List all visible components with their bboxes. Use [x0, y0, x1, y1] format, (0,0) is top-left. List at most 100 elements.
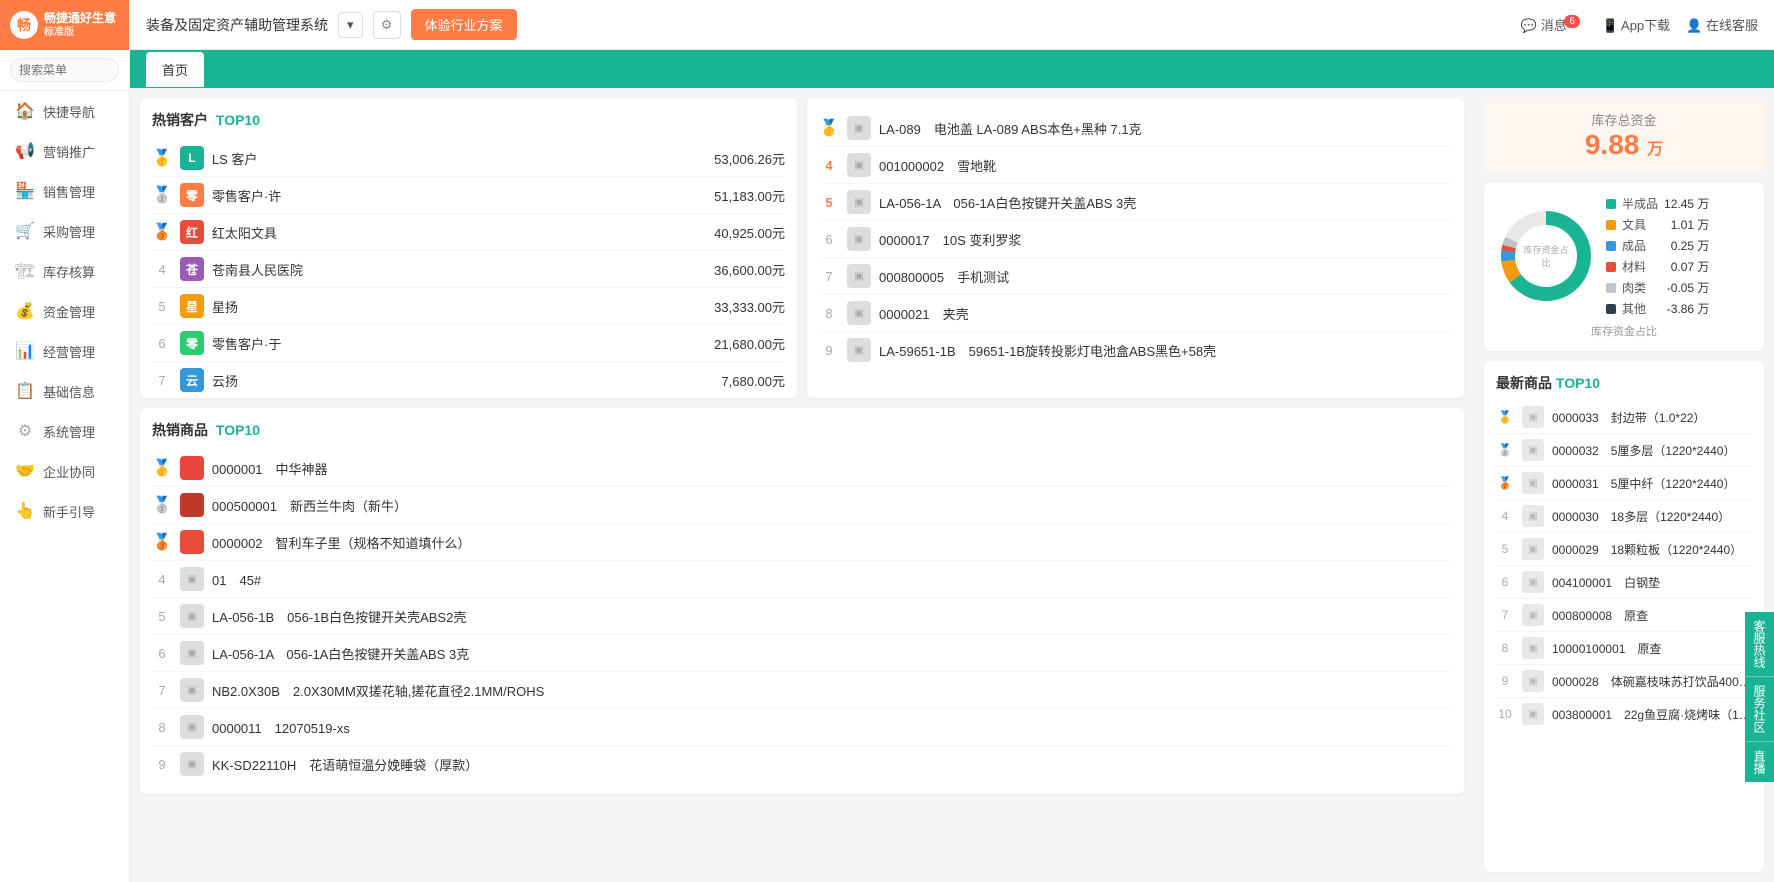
float-btn-community[interactable]: 服务社区: [1745, 677, 1774, 742]
np-name-5: 0000029 18颗粒板（1220*2440）: [1552, 541, 1752, 558]
sidebar-item-quick-nav[interactable]: 🏠 快捷导航: [0, 91, 129, 131]
prod-img-p4: ▣: [847, 227, 871, 251]
sidebar-item-system[interactable]: ⚙ 系统管理: [0, 411, 129, 451]
sidebar-item-sales[interactable]: 🏪 销售管理: [0, 171, 129, 211]
list-item: 🥈 000500001 新西兰牛肉（新牛）: [152, 487, 1452, 524]
hp-name-9: KK-SD22110H 花语萌恒温分娩睡袋（厚款）: [212, 755, 1452, 774]
hot-products-card: 热销商品 TOP10 🥇 0000001 中华神器 🥈 000500001 新西…: [140, 408, 1464, 794]
customer-badge-3: 红: [180, 220, 204, 244]
sales-icon: 🏪: [15, 181, 35, 201]
legend-item-4: 材料 0.07 万: [1606, 258, 1709, 275]
collab-icon: 🤝: [15, 461, 35, 481]
list-item: 8 ▣ 10000100001 原查: [1496, 632, 1752, 665]
search-input[interactable]: [10, 58, 119, 82]
prod-name-p1: LA-089 电池盖 LA-089 ABS本色+黑种 7.1克: [879, 119, 1452, 138]
list-item: 7 云 云扬 7,680.00元: [152, 362, 785, 398]
hp-name-5: LA-056-1B 056-1B白色按键开关壳ABS2壳: [212, 607, 1452, 626]
np-img-8: ▣: [1522, 637, 1544, 659]
list-item: 🥈 零 零售客户·许 51,183.00元: [152, 177, 785, 214]
inventory-chart-card: 库存资金占比 半成品 12.45 万 文具 1.01 万: [1484, 183, 1764, 351]
medal-hp3: 🥉: [152, 532, 172, 552]
inventory-value: 9.88 万: [1500, 129, 1748, 161]
prod-name-p5: 000800005 手机测试: [879, 267, 1452, 286]
float-btn-service[interactable]: 客服热线: [1745, 612, 1774, 677]
operations-icon: 📊: [15, 341, 35, 361]
settings-button[interactable]: ⚙: [373, 11, 401, 39]
medal-p1: 🥇: [819, 118, 839, 138]
customer-name-1: LS 客户: [212, 149, 706, 168]
list-item: 🥇 0000001 中华神器: [152, 450, 1452, 487]
system-dropdown[interactable]: ▾: [338, 12, 363, 38]
list-item: 9 ▣ LA-59651-1B 59651-1B旋转投影灯电池盒ABS黑色+58…: [819, 332, 1452, 368]
legend-item-2: 文具 1.01 万: [1606, 216, 1709, 233]
prod-img-p7: ▣: [847, 338, 871, 362]
tab-home[interactable]: 首页: [146, 52, 204, 87]
list-item: 9 ▣ KK-SD22110H 花语萌恒温分娩睡袋（厚款）: [152, 746, 1452, 782]
sidebar-item-finance[interactable]: 💰 资金管理: [0, 291, 129, 331]
hp-img-2: [180, 493, 204, 517]
inventory-card: 库存总资金 9.88 万: [1484, 98, 1764, 173]
app-download-link[interactable]: 📱 App下载: [1602, 15, 1670, 34]
list-item: 10 ▣ 003800001 22g鱼豆腐·烧烤味（1*12*20）: [1496, 698, 1752, 730]
customers-list: 🥇 L LS 客户 53,006.26元 🥈 零 零售客户·许 51,183.0…: [152, 140, 785, 398]
newest-products-card: 最新商品 TOP10 🥇 ▣ 0000033 封边带（1.0*22） 🥈 ▣ 0…: [1484, 361, 1764, 872]
sidebar-item-guide[interactable]: 👆 新手引导: [0, 491, 129, 531]
list-item: 9 ▣ 0000028 体碗嘉枝味苏打饮品400毫升（1*15）: [1496, 665, 1752, 698]
np-img-4: ▣: [1522, 505, 1544, 527]
rank-num-5: 5: [152, 299, 172, 314]
top-row: 热销客户 TOP10 🥇 L LS 客户 53,006.26元 🥈 零 零售客: [140, 98, 1464, 398]
hp-img-6: ▣: [180, 641, 204, 665]
rank-num-4: 4: [152, 262, 172, 277]
float-btn-live[interactable]: 直播: [1745, 742, 1774, 782]
prod-img-p1: ▣: [847, 116, 871, 140]
hp-name-4: 01 45#: [212, 570, 1452, 589]
hp-img-7: ▣: [180, 678, 204, 702]
purchase-icon: 🛒: [15, 221, 35, 241]
prod-img-p6: ▣: [847, 301, 871, 325]
np-img-1: ▣: [1522, 406, 1544, 428]
customer-value-5: 33,333.00元: [714, 297, 785, 316]
hp-name-7: NB2.0X30B 2.0X30MM双搓花轴,搓花直径2.1MM/ROHS: [212, 681, 1452, 700]
prod-name-p7: LA-59651-1B 59651-1B旋转投影灯电池盒ABS黑色+58壳: [879, 341, 1452, 360]
hp-name-1: 0000001 中华神器: [212, 459, 1452, 478]
sidebar-item-collab[interactable]: 🤝 企业协同: [0, 451, 129, 491]
sidebar-item-marketing[interactable]: 📢 营销推广: [0, 131, 129, 171]
rank-num-p7: 9: [819, 343, 839, 358]
newest-products-title: 最新商品 TOP10: [1496, 373, 1752, 393]
medal-3: 🥉: [152, 222, 172, 242]
prod-img-p3: ▣: [847, 190, 871, 214]
legend-dot-4: [1606, 262, 1616, 272]
rank-num-7: 7: [152, 373, 172, 388]
trial-button[interactable]: 体验行业方案: [411, 9, 517, 40]
sidebar-item-purchase[interactable]: 🛒 采购管理: [0, 211, 129, 251]
customer-badge-4: 苍: [180, 257, 204, 281]
sidebar-logo: 畅 畅捷通好生意 标准版: [0, 0, 129, 50]
guide-icon: 👆: [15, 501, 35, 521]
customer-value-1: 53,006.26元: [714, 149, 785, 168]
list-item: 7 ▣ NB2.0X30B 2.0X30MM双搓花轴,搓花直径2.1MM/ROH…: [152, 672, 1452, 709]
list-item: 8 ▣ 0000021 夹壳: [819, 295, 1452, 332]
sidebar-item-inventory[interactable]: 🏗 库存核算: [0, 251, 129, 291]
customer-badge-6: 零: [180, 331, 204, 355]
sidebar-item-operations[interactable]: 📊 经营管理: [0, 331, 129, 371]
customer-name-6: 零售客户·于: [212, 334, 706, 353]
sidebar-item-basics[interactable]: 📋 基础信息: [0, 371, 129, 411]
rank-num-hp8: 8: [152, 720, 172, 735]
online-service-link[interactable]: 👤 在线客服: [1686, 15, 1758, 34]
customer-badge-2: 零: [180, 183, 204, 207]
sidebar-search-container: [0, 50, 129, 91]
np-name-10: 003800001 22g鱼豆腐·烧烤味（1*12*20）: [1552, 706, 1752, 723]
scroll-products-list: 🥇 ▣ LA-089 电池盖 LA-089 ABS本色+黑种 7.1克 4 ▣ …: [819, 110, 1452, 368]
legend-dot-1: [1606, 199, 1616, 209]
rank-num-hp5: 5: [152, 609, 172, 624]
legend-item-5: 肉类 -0.05 万: [1606, 279, 1709, 296]
message-link[interactable]: 💬 消息 6: [1521, 15, 1586, 34]
list-item: 5 星 星扬 33,333.00元: [152, 288, 785, 325]
inventory-icon: 🏗: [15, 261, 35, 281]
rank-num-p3: 5: [819, 195, 839, 210]
legend-item-3: 成品 0.25 万: [1606, 237, 1709, 254]
np-img-5: ▣: [1522, 538, 1544, 560]
np-name-1: 0000033 封边带（1.0*22）: [1552, 409, 1752, 426]
list-item: 5 ▣ 0000029 18颗粒板（1220*2440）: [1496, 533, 1752, 566]
legend-dot-6: [1606, 304, 1616, 314]
